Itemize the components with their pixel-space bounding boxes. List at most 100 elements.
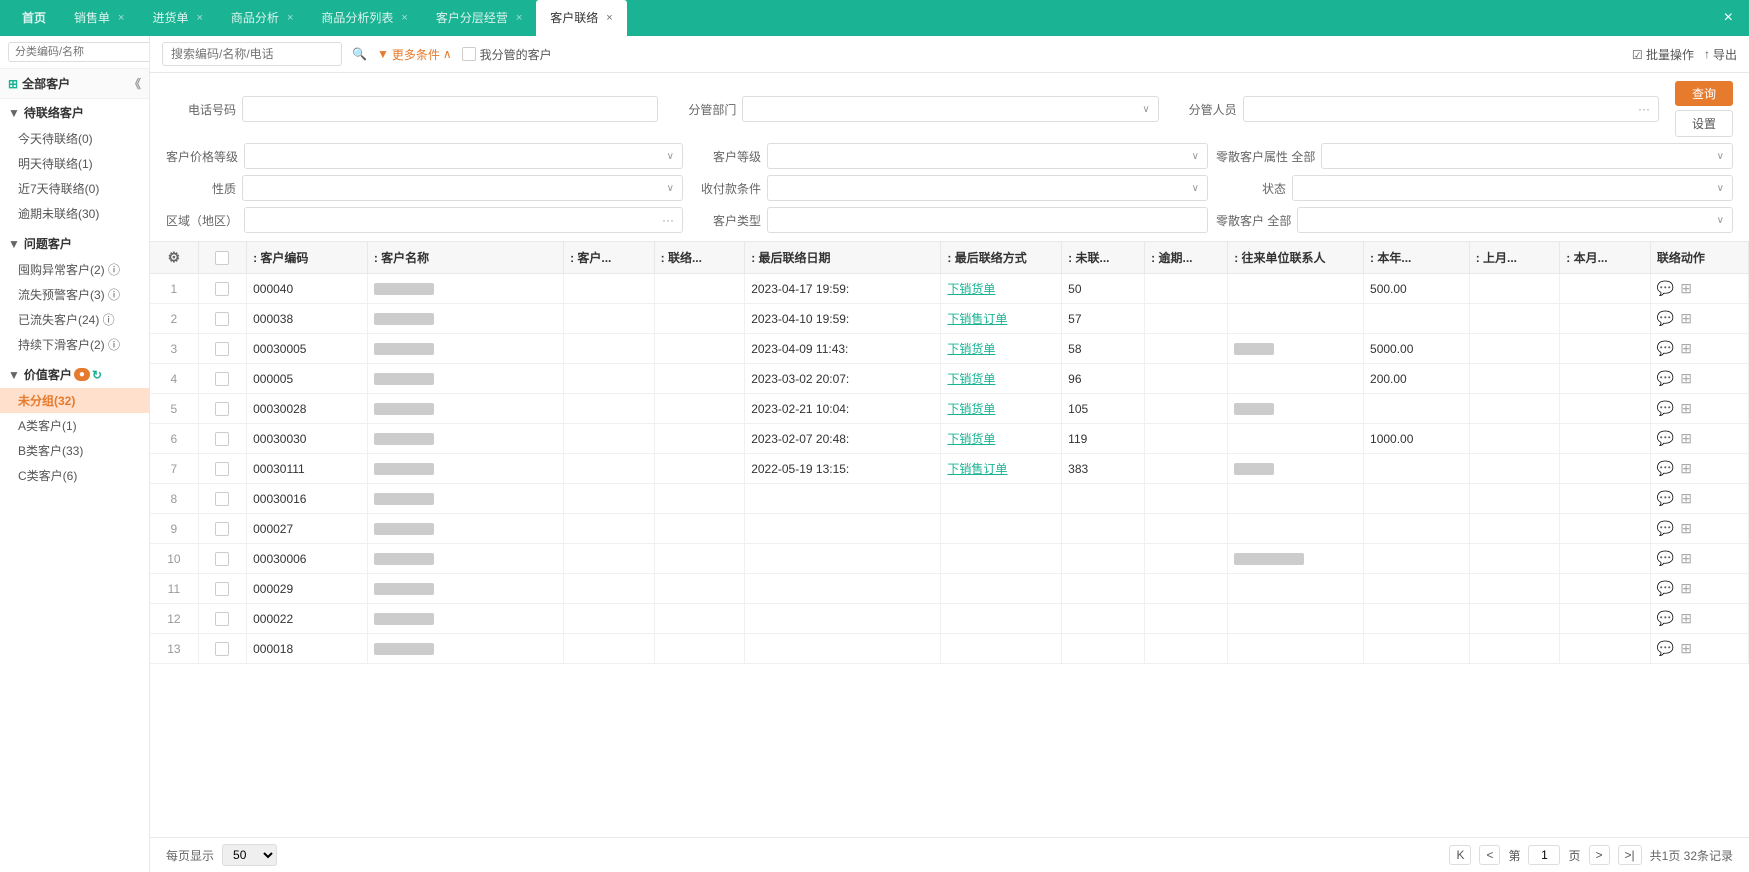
row-checkbox[interactable] bbox=[215, 462, 229, 476]
pending-contact-title[interactable]: ▼ 待联络客户 bbox=[0, 99, 149, 126]
contact-grid-icon[interactable]: ⊞ bbox=[1680, 490, 1692, 507]
row-lastway[interactable] bbox=[941, 634, 1062, 664]
lastdate-column-header[interactable]: : 最后联络日期 bbox=[745, 242, 941, 274]
my-customers-checkbox[interactable] bbox=[462, 47, 476, 61]
row-checkbox-cell[interactable] bbox=[198, 574, 246, 604]
row-lastway[interactable]: 下销货单 bbox=[941, 424, 1062, 454]
customer-grade-select[interactable]: ∨ bbox=[767, 143, 1208, 169]
person-column-header[interactable]: : 往来单位联系人 bbox=[1228, 242, 1364, 274]
close-analysis-icon[interactable]: × bbox=[287, 0, 293, 36]
next-page-button[interactable]: > bbox=[1589, 845, 1610, 865]
lastway-link[interactable]: 下销售订单 bbox=[947, 312, 1007, 326]
row-lastway[interactable] bbox=[941, 514, 1062, 544]
lastmonth-column-header[interactable]: : 上月... bbox=[1469, 242, 1560, 274]
row-checkbox[interactable] bbox=[215, 552, 229, 566]
sidebar-item-lost[interactable]: 已流失客户(24) ⓘ bbox=[0, 307, 149, 332]
contact-chat-icon[interactable]: 💬 bbox=[1657, 370, 1674, 387]
close-customer-tier-icon[interactable]: × bbox=[516, 0, 522, 36]
sidebar-item-tomorrow[interactable]: 明天待联络(1) bbox=[0, 151, 149, 176]
contact-grid-icon[interactable]: ⊞ bbox=[1680, 280, 1692, 297]
lastway-link[interactable]: 下销货单 bbox=[947, 372, 995, 386]
contact-grid-icon[interactable]: ⊞ bbox=[1680, 340, 1692, 357]
row-checkbox[interactable] bbox=[215, 642, 229, 656]
row-checkbox[interactable] bbox=[215, 372, 229, 386]
sidebar-item-7days[interactable]: 近7天待联络(0) bbox=[0, 176, 149, 201]
row-lastway[interactable]: 下销售订单 bbox=[941, 304, 1062, 334]
last-page-button[interactable]: >| bbox=[1618, 845, 1642, 865]
contact-grid-icon[interactable]: ⊞ bbox=[1680, 460, 1692, 477]
row-checkbox-cell[interactable] bbox=[198, 544, 246, 574]
contact-grid-icon[interactable]: ⊞ bbox=[1680, 520, 1692, 537]
close-customer-contact-icon[interactable]: × bbox=[606, 0, 612, 36]
row-checkbox-cell[interactable] bbox=[198, 604, 246, 634]
row-checkbox[interactable] bbox=[215, 402, 229, 416]
code-column-header[interactable]: : 客户编码 bbox=[247, 242, 368, 274]
settings-column-header[interactable]: ⚙ bbox=[150, 242, 198, 274]
row-lastway[interactable] bbox=[941, 574, 1062, 604]
prev-page-button[interactable]: < bbox=[1479, 845, 1500, 865]
row-checkbox[interactable] bbox=[215, 312, 229, 326]
more-conditions-button[interactable]: ▼ 更多条件 ∧ bbox=[377, 46, 452, 63]
row-lastway[interactable]: 下销货单 bbox=[941, 334, 1062, 364]
contact-grid-icon[interactable]: ⊞ bbox=[1680, 430, 1692, 447]
row-checkbox-cell[interactable] bbox=[198, 484, 246, 514]
contact-chat-icon[interactable]: 💬 bbox=[1657, 580, 1674, 597]
tab-customer-tier[interactable]: 客户分层经营 × bbox=[422, 0, 536, 36]
row-checkbox[interactable] bbox=[215, 522, 229, 536]
row-checkbox-cell[interactable] bbox=[198, 274, 246, 304]
retail-attr-select[interactable]: ∨ bbox=[1321, 143, 1733, 169]
dept-select[interactable]: ∨ bbox=[742, 96, 1158, 122]
tab-sales[interactable]: 销售单 × bbox=[60, 0, 138, 36]
search-input[interactable] bbox=[162, 42, 342, 66]
contact-chat-icon[interactable]: 💬 bbox=[1657, 430, 1674, 447]
row-checkbox[interactable] bbox=[215, 582, 229, 596]
sidebar-item-c-class[interactable]: C类客户(6) bbox=[0, 463, 149, 488]
status-select[interactable]: ∨ bbox=[1292, 175, 1733, 201]
sidebar-item-declining[interactable]: 持续下滑客户(2) ⓘ bbox=[0, 332, 149, 357]
close-sales-icon[interactable]: × bbox=[118, 0, 124, 36]
row-lastway[interactable] bbox=[941, 484, 1062, 514]
lastway-link[interactable]: 下销售订单 bbox=[947, 462, 1007, 476]
first-page-button[interactable]: K bbox=[1449, 845, 1471, 865]
refresh-icon[interactable]: ↻ bbox=[92, 368, 102, 382]
thisyear-column-header[interactable]: : 本年... bbox=[1364, 242, 1470, 274]
price-grade-select[interactable]: ∨ bbox=[244, 143, 683, 169]
retail-customer-select[interactable]: ∨ bbox=[1297, 207, 1733, 233]
contact-chat-icon[interactable]: 💬 bbox=[1657, 550, 1674, 567]
phone-input[interactable] bbox=[242, 96, 658, 122]
sidebar-item-b-class[interactable]: B类客户(33) bbox=[0, 438, 149, 463]
contact-grid-icon[interactable]: ⊞ bbox=[1680, 610, 1692, 627]
lastway-link[interactable]: 下销货单 bbox=[947, 342, 995, 356]
region-input[interactable]: ··· bbox=[244, 207, 683, 233]
row-checkbox-cell[interactable] bbox=[198, 334, 246, 364]
tab-purchase[interactable]: 进货单 × bbox=[138, 0, 216, 36]
global-close-button[interactable]: × bbox=[1716, 9, 1741, 27]
contact-grid-icon[interactable]: ⊞ bbox=[1680, 370, 1692, 387]
row-checkbox[interactable] bbox=[215, 612, 229, 626]
close-purchase-icon[interactable]: × bbox=[196, 0, 202, 36]
all-customers-header[interactable]: ⊞ 全部客户 《 bbox=[0, 69, 149, 99]
row-lastway[interactable]: 下销货单 bbox=[941, 274, 1062, 304]
row-lastway[interactable] bbox=[941, 604, 1062, 634]
row-checkbox-cell[interactable] bbox=[198, 364, 246, 394]
row-lastway[interactable]: 下销售订单 bbox=[941, 454, 1062, 484]
contact-column-header[interactable]: : 联络... bbox=[654, 242, 745, 274]
sidebar-item-ungroup[interactable]: 未分组(32) bbox=[0, 388, 149, 413]
tab-customer-contact[interactable]: 客户联络 × bbox=[536, 0, 626, 36]
export-button[interactable]: ↑ 导出 bbox=[1704, 46, 1737, 63]
tab-home[interactable]: 首页 bbox=[8, 0, 60, 36]
sidebar-item-today[interactable]: 今天待联络(0) bbox=[0, 126, 149, 151]
contact-grid-icon[interactable]: ⊞ bbox=[1680, 310, 1692, 327]
table-settings-gear-icon[interactable]: ⚙ bbox=[168, 249, 181, 265]
my-customers-filter[interactable]: 我分管的客户 bbox=[462, 46, 552, 63]
check-column-header[interactable] bbox=[198, 242, 246, 274]
contact-chat-icon[interactable]: 💬 bbox=[1657, 460, 1674, 477]
reset-button[interactable]: 设置 bbox=[1675, 110, 1733, 137]
search-button[interactable]: 🔍 bbox=[352, 47, 367, 61]
row-checkbox[interactable] bbox=[215, 432, 229, 446]
contact-chat-icon[interactable]: 💬 bbox=[1657, 280, 1674, 297]
contact-chat-icon[interactable]: 💬 bbox=[1657, 610, 1674, 627]
person-input[interactable]: ··· bbox=[1243, 96, 1659, 122]
contact-chat-icon[interactable]: 💬 bbox=[1657, 640, 1674, 657]
nature-select[interactable]: ∨ bbox=[242, 175, 683, 201]
